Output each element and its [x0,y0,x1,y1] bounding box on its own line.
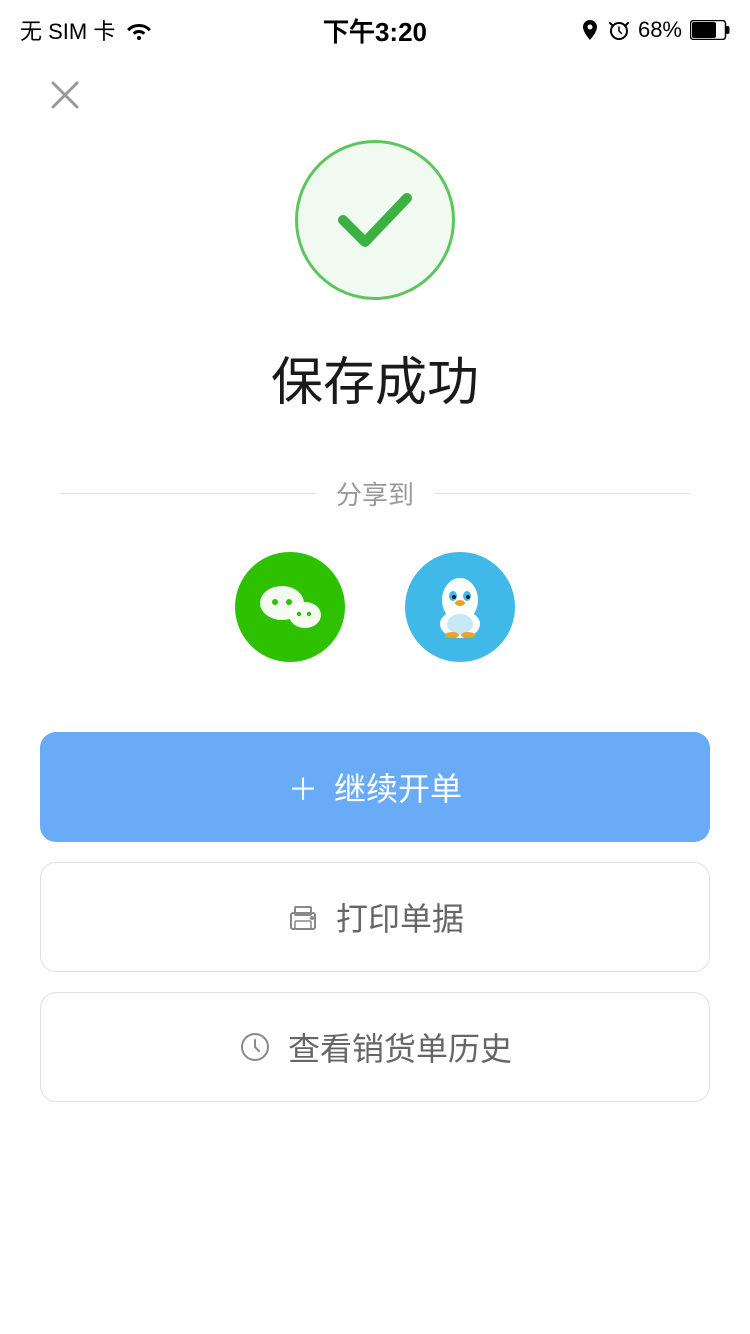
status-time: 下午3:20 [323,12,427,49]
divider-right [434,493,690,494]
continue-order-label: 继续开单 [334,764,462,810]
location-icon [580,19,600,41]
continue-order-button[interactable]: ＋ 继续开单 [40,732,710,842]
qq-share-button[interactable] [405,552,515,662]
buttons-area: ＋ 继续开单 打印单据 查看销货单历史 [0,732,750,1102]
share-label: 分享到 [316,475,434,512]
battery-percent: 68% [638,17,682,43]
success-title: 保存成功 [271,340,479,415]
view-history-button[interactable]: 查看销货单历史 [40,992,710,1102]
divider-left [60,493,316,494]
status-right: 68% [580,17,730,43]
print-receipt-button[interactable]: 打印单据 [40,862,710,972]
success-circle [295,140,455,300]
close-icon [47,77,83,113]
plus-icon: ＋ [288,765,318,809]
print-receipt-label: 打印单据 [336,894,464,940]
alarm-icon [608,19,630,41]
clock-icon [238,1030,272,1064]
battery-icon [690,20,730,40]
wifi-icon [125,20,153,40]
close-button[interactable] [40,70,90,120]
status-left: 无 SIM 卡 [20,14,153,46]
printer-icon [286,900,320,934]
share-divider: 分享到 [0,475,750,512]
view-history-label: 查看销货单历史 [288,1024,512,1070]
status-bar: 无 SIM 卡 下午3:20 68% [0,0,750,60]
share-icons [235,552,515,662]
wechat-logo-icon [255,577,325,637]
checkmark-icon [335,190,415,250]
wechat-share-button[interactable] [235,552,345,662]
qq-logo-icon [428,572,493,642]
main-content: 保存成功 分享到 [0,60,750,1102]
no-sim-text: 无 SIM 卡 [20,14,115,46]
